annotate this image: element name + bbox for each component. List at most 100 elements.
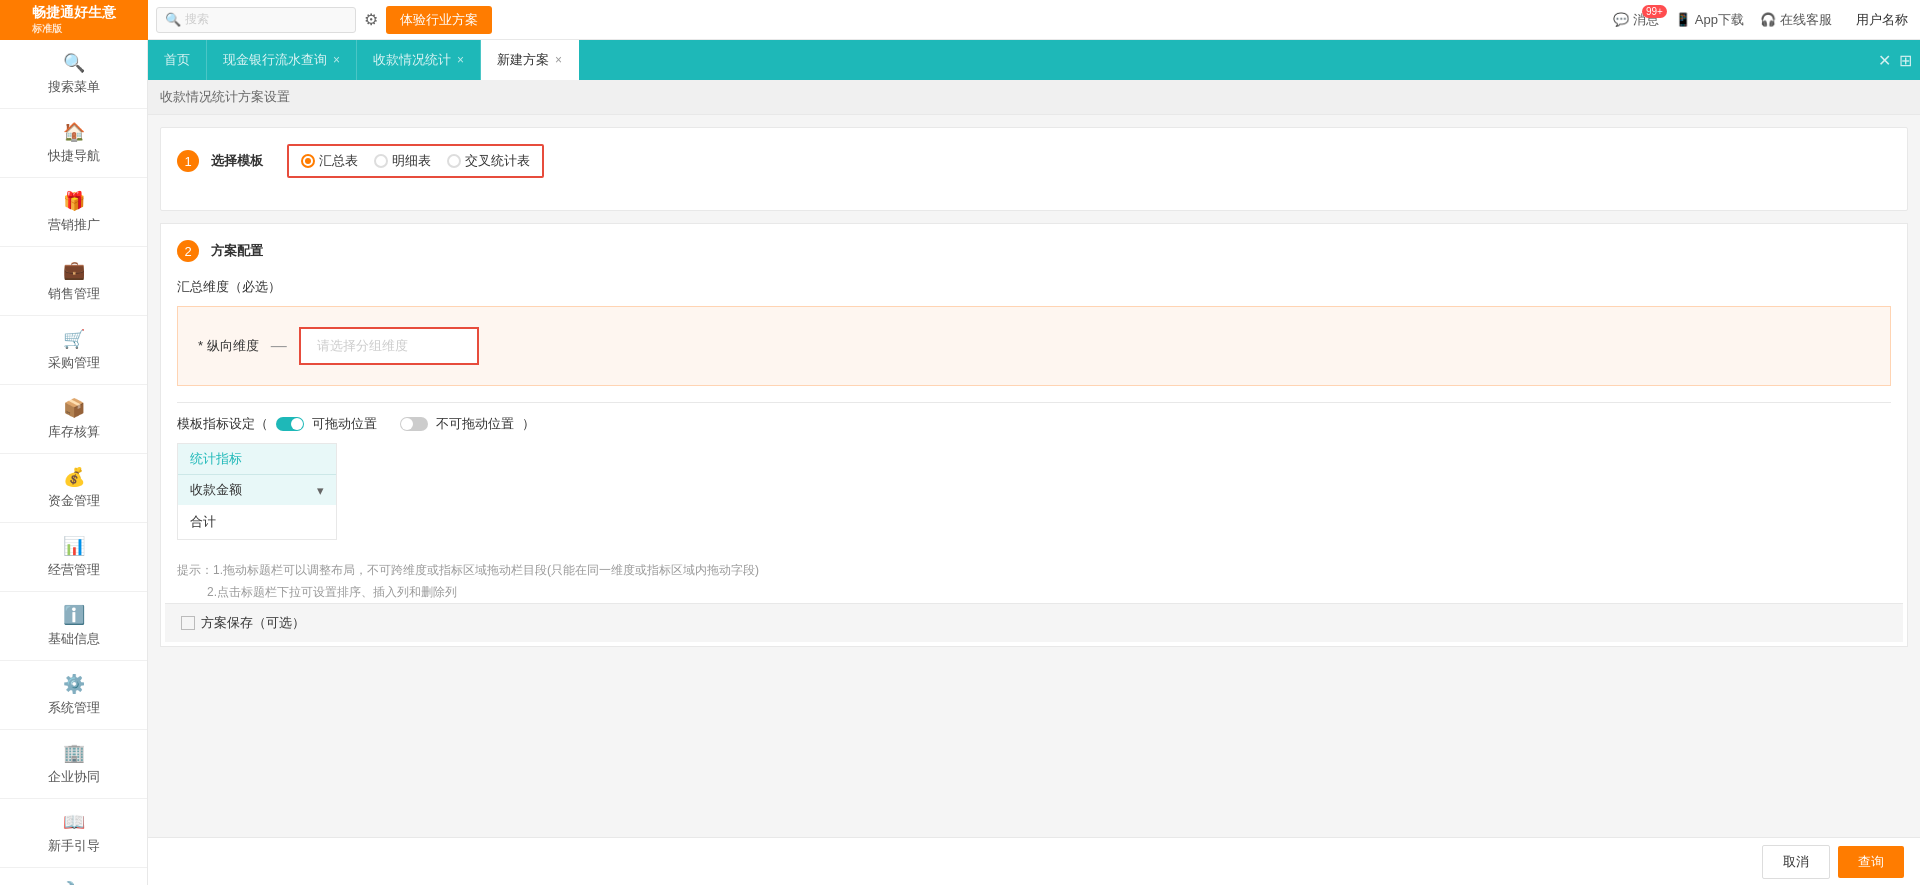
- sidebar-item-inventory[interactable]: 📦 库存核算: [0, 385, 147, 454]
- cancel-button[interactable]: 取消: [1762, 845, 1830, 879]
- radio-summary[interactable]: 汇总表: [301, 152, 358, 170]
- radio-cross[interactable]: 交叉统计表: [447, 152, 530, 170]
- tab-collection[interactable]: 收款情况统计 ×: [357, 40, 481, 80]
- sidebar-item-sales[interactable]: 💼 销售管理: [0, 247, 147, 316]
- nav-icon: 🏠: [63, 121, 85, 143]
- metrics-total-cell: 合计: [178, 505, 336, 539]
- sidebar-item-guide[interactable]: 📖 新手引导: [0, 799, 147, 868]
- dimension-config-area: * 纵向维度 — 请选择分组维度: [177, 306, 1891, 386]
- content-area: 首页 现金银行流水查询 × 收款情况统计 × 新建方案 × ✕ ⊞: [148, 40, 1920, 885]
- sidebar-item-marketing[interactable]: 🎁 营销推广: [0, 178, 147, 247]
- message-btn[interactable]: 💬 消息 99+: [1613, 11, 1659, 29]
- sidebar-item-system[interactable]: ⚙️ 系统管理: [0, 661, 147, 730]
- sidebar-label-marketing: 营销推广: [48, 216, 100, 234]
- username: 用户名称: [1856, 11, 1908, 29]
- no-drag-label: 不可拖动位置: [436, 415, 514, 433]
- marketing-icon: 🎁: [63, 190, 85, 212]
- metrics-dropdown-icon: ▾: [317, 483, 324, 498]
- tab-newplan[interactable]: 新建方案 ×: [481, 40, 579, 80]
- step1-card: 1 选择模板 汇总表 明细表 交叉统计表: [160, 127, 1908, 211]
- page-content: 收款情况统计方案设置 1 选择模板 汇总表 明细表: [148, 80, 1920, 837]
- no-drag-toggle[interactable]: [400, 417, 428, 431]
- sidebar-label-corp: 企业协同: [48, 768, 100, 786]
- top-header: 畅捷通好生意 标准版 🔍 搜索 ⚙ 体验行业方案 💬 消息 99+ 📱 App下…: [0, 0, 1920, 40]
- sidebar: 🔍 搜索菜单 🏠 快捷导航 🎁 营销推广 💼 销售管理 🛒 采购管理 📦 库存核…: [0, 40, 148, 885]
- sidebar-label-management: 经营管理: [48, 561, 100, 579]
- logo-text: 畅捷通好生意: [32, 4, 116, 22]
- radio-cross-dot: [447, 154, 461, 168]
- tab-newplan-label: 新建方案: [497, 51, 549, 69]
- guide-icon: 📖: [63, 811, 85, 833]
- logo: 畅捷通好生意 标准版: [0, 0, 148, 40]
- sidebar-item-nav[interactable]: 🏠 快捷导航: [0, 109, 147, 178]
- finance-icon: 💰: [63, 466, 85, 488]
- sidebar-item-search[interactable]: 🔍 搜索菜单: [0, 40, 147, 109]
- dim-placeholder: 请选择分组维度: [317, 338, 408, 353]
- metrics-area: 统计指标 收款金额 ▾ 合计: [177, 443, 337, 540]
- radio-summary-dot: [301, 154, 315, 168]
- dim-row: * 纵向维度 — 请选择分组维度: [198, 327, 479, 365]
- sidebar-item-corp[interactable]: 🏢 企业协同: [0, 730, 147, 799]
- radio-detail[interactable]: 明细表: [374, 152, 431, 170]
- trial-button[interactable]: 体验行业方案: [386, 6, 492, 34]
- sidebar-item-management[interactable]: 📊 经营管理: [0, 523, 147, 592]
- bottom-bar: 取消 查询: [148, 837, 1920, 885]
- online-service-label: 在线客服: [1780, 11, 1832, 29]
- query-button[interactable]: 查询: [1838, 846, 1904, 878]
- vertical-dim-label: * 纵向维度: [198, 337, 259, 355]
- expand-btn[interactable]: ⊞: [1899, 51, 1912, 70]
- sidebar-item-finance[interactable]: 💰 资金管理: [0, 454, 147, 523]
- dim-arrow: —: [271, 337, 287, 355]
- tab-collection-close[interactable]: ×: [457, 53, 464, 67]
- tab-newplan-close[interactable]: ×: [555, 53, 562, 67]
- sidebar-label-inventory: 库存核算: [48, 423, 100, 441]
- template-radio-group: 汇总表 明细表 交叉统计表: [287, 144, 544, 178]
- sidebar-item-hardware[interactable]: 🔧 智能硬件: [0, 868, 147, 885]
- sidebar-item-purchase[interactable]: 🛒 采购管理: [0, 316, 147, 385]
- app-download-btn[interactable]: 📱 App下载: [1675, 11, 1744, 29]
- sidebar-label-finance: 资金管理: [48, 492, 100, 510]
- tab-cashbank[interactable]: 现金银行流水查询 ×: [207, 40, 357, 80]
- draggable-toggle[interactable]: [276, 417, 304, 431]
- sidebar-label-purchase: 采购管理: [48, 354, 100, 372]
- tip2: 2.点击标题栏下拉可设置排序、插入列和删除列: [177, 582, 1891, 604]
- draggable-label: 可拖动位置: [312, 415, 377, 433]
- metrics-label-row: 模板指标设定（ 可拖动位置 不可拖动位置 ）: [177, 415, 1891, 433]
- purchase-icon: 🛒: [63, 328, 85, 350]
- tab-cashbank-close[interactable]: ×: [333, 53, 340, 67]
- sidebar-label-search: 搜索菜单: [48, 78, 100, 96]
- close-window-btn[interactable]: ✕: [1878, 51, 1891, 70]
- metrics-col-label: 收款金额: [190, 481, 242, 499]
- system-icon: ⚙️: [63, 673, 85, 695]
- radio-summary-label: 汇总表: [319, 152, 358, 170]
- dim-select[interactable]: 请选择分组维度: [299, 327, 479, 365]
- search-bar[interactable]: 🔍 搜索: [156, 7, 356, 33]
- tab-cashbank-label: 现金银行流水查询: [223, 51, 327, 69]
- app-icon: 📱: [1675, 12, 1691, 27]
- settings-icon[interactable]: ⚙: [364, 10, 378, 29]
- service-icon: 🎧: [1760, 12, 1776, 27]
- step2-number: 2: [177, 240, 199, 262]
- step1-label: 选择模板: [211, 152, 263, 170]
- save-checkbox[interactable]: [181, 616, 195, 630]
- metrics-col-cell[interactable]: 收款金额 ▾: [178, 475, 336, 505]
- sidebar-label-nav: 快捷导航: [48, 147, 100, 165]
- radio-detail-dot: [374, 154, 388, 168]
- breadcrumb-text: 收款情况统计方案设置: [160, 89, 290, 104]
- save-option-label: 方案保存（可选）: [201, 614, 305, 632]
- tab-collection-label: 收款情况统计: [373, 51, 451, 69]
- corp-icon: 🏢: [63, 742, 85, 764]
- tab-home[interactable]: 首页: [148, 40, 207, 80]
- tab-controls: ✕ ⊞: [1878, 51, 1920, 70]
- metrics-section: 模板指标设定（ 可拖动位置 不可拖动位置 ） 统计指标 收款金额 ▾: [177, 415, 1891, 603]
- user-area[interactable]: 用户名称: [1848, 11, 1908, 29]
- metrics-title-end: ）: [522, 415, 535, 433]
- message-badge: 99+: [1642, 5, 1667, 18]
- breadcrumb: 收款情况统计方案设置: [148, 80, 1920, 115]
- online-service-btn[interactable]: 🎧 在线客服: [1760, 11, 1832, 29]
- sidebar-label-system: 系统管理: [48, 699, 100, 717]
- search-icon: 🔍: [165, 12, 181, 27]
- sidebar-item-basic[interactable]: ℹ️ 基础信息: [0, 592, 147, 661]
- dimension-section: 汇总维度（必选） * 纵向维度 — 请选择分组维度: [177, 278, 1891, 386]
- sidebar-label-basic: 基础信息: [48, 630, 100, 648]
